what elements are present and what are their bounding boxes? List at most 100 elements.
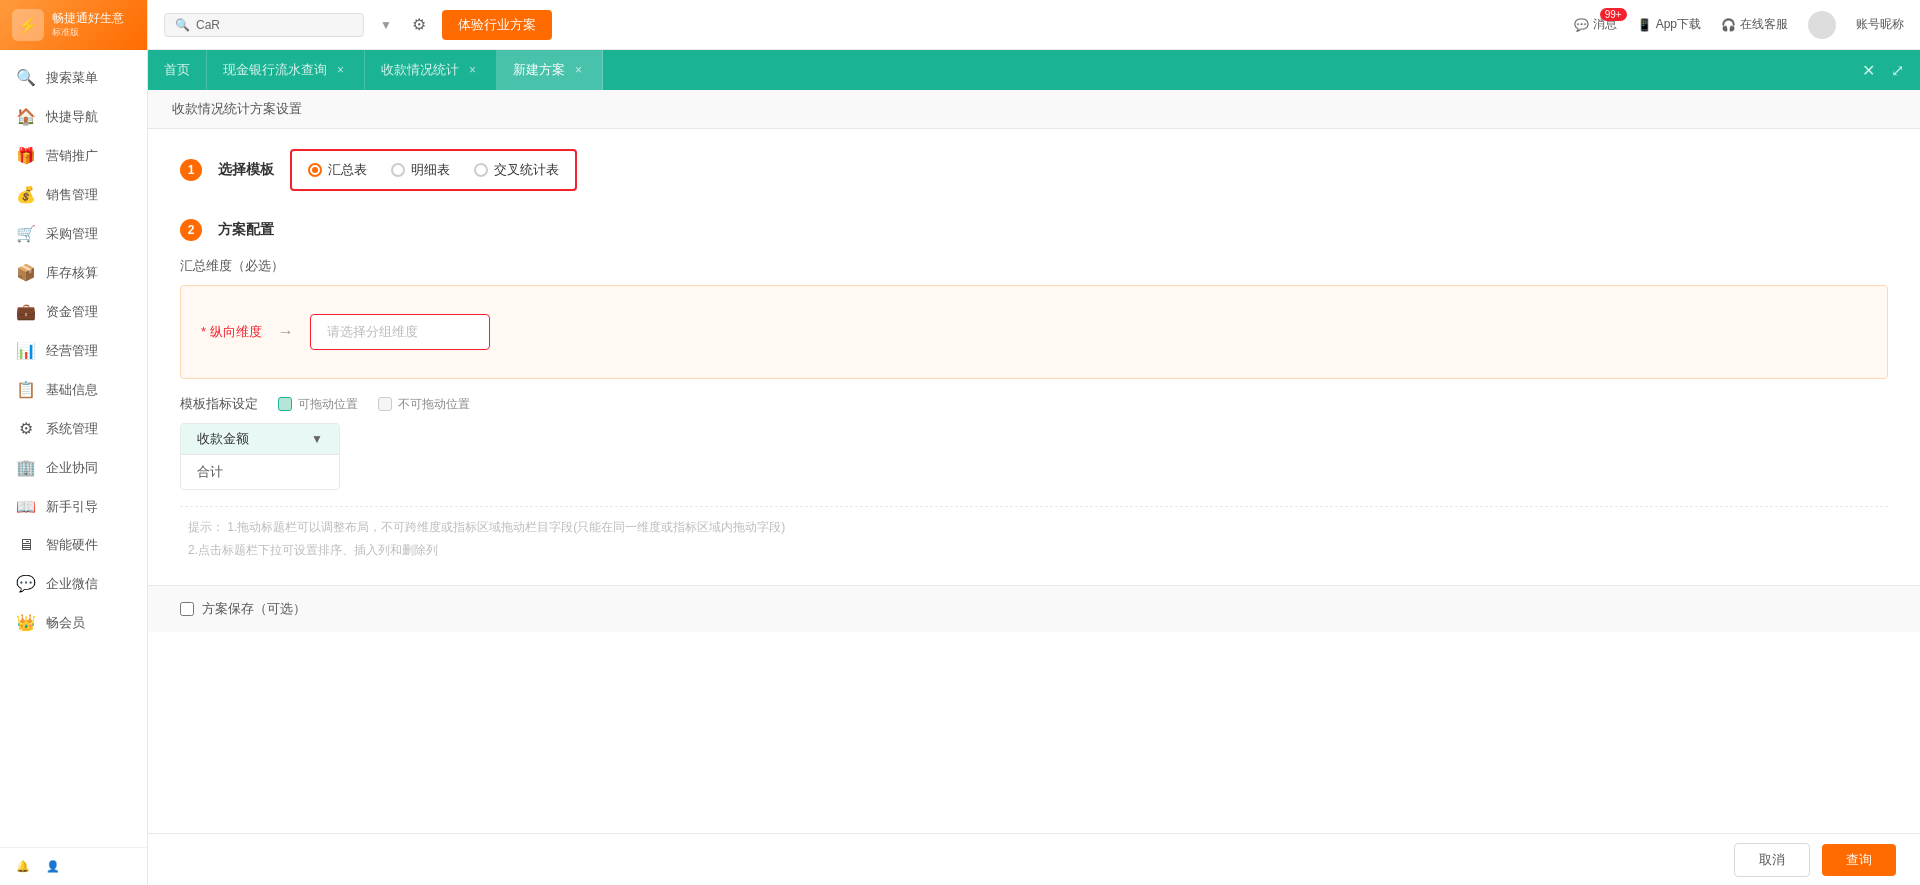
finance-icon: 💼 <box>16 302 36 321</box>
step1-badge: 1 <box>180 159 202 181</box>
radio-summary[interactable]: 汇总表 <box>308 161 367 179</box>
search-input[interactable] <box>196 18 346 32</box>
tab-bank-flow-label: 现金银行流水查询 <box>223 61 327 79</box>
radio-detail-circle <box>391 163 405 177</box>
user-avatar <box>1808 11 1836 39</box>
indicator-cell-total: 合计 <box>181 455 339 489</box>
radio-crosstab-circle <box>474 163 488 177</box>
radio-crosstab[interactable]: 交叉统计表 <box>474 161 559 179</box>
indicator-header-text: 收款金额 <box>197 430 249 448</box>
box-icon: 📦 <box>16 263 36 282</box>
movable-dot <box>278 397 292 411</box>
unmovable-label: 不可拖动位置 <box>398 396 470 413</box>
unmovable-dot <box>378 397 392 411</box>
wechat-icon: 💬 <box>16 574 36 593</box>
search-icon: 🔍 <box>175 18 190 32</box>
money-icon: 💰 <box>16 185 36 204</box>
sidebar-item-quick-nav[interactable]: 🏠 快捷导航 <box>0 97 147 136</box>
sidebar-item-inventory[interactable]: 📦 库存核算 <box>0 253 147 292</box>
trial-button[interactable]: 体验行业方案 <box>442 10 552 40</box>
tab-collection-stats[interactable]: 收款情况统计 × <box>365 50 497 90</box>
sidebar: ⚡ 畅捷通好生意 标准版 🔍 搜索菜单 🏠 快捷导航 🎁 营销推广 💰 销售管理… <box>0 0 148 885</box>
tab-home-label: 首页 <box>164 61 190 79</box>
sidebar-item-system[interactable]: ⚙ 系统管理 <box>0 409 147 448</box>
sidebar-item-label: 销售管理 <box>46 186 98 204</box>
service-icon: 🎧 <box>1721 18 1736 32</box>
sidebar-item-search-menu[interactable]: 🔍 搜索菜单 <box>0 58 147 97</box>
sidebar-item-sales[interactable]: 💰 销售管理 <box>0 175 147 214</box>
radio-detail-label: 明细表 <box>411 161 450 179</box>
book-icon: 📖 <box>16 497 36 516</box>
save-checkbox[interactable] <box>180 602 194 616</box>
hints-area: 提示： 1.拖动标题栏可以调整布局，不可跨维度或指标区域拖动栏目字段(只能在同一… <box>180 506 1888 559</box>
sidebar-item-smart-hw[interactable]: 🖥 智能硬件 <box>0 526 147 564</box>
dropdown-chevron-icon[interactable]: ▼ <box>311 432 323 446</box>
tab-home[interactable]: 首页 <box>148 50 207 90</box>
sidebar-item-label: 企业协同 <box>46 459 98 477</box>
movable-tag: 可拖动位置 <box>278 396 358 413</box>
online-service-item[interactable]: 🎧 在线客服 <box>1721 16 1788 33</box>
step1-section: 1 选择模板 汇总表 明细表 交叉统计表 <box>148 129 1920 219</box>
maximize-tab-icon[interactable]: ⤢ <box>1887 57 1908 84</box>
logo-icon: ⚡ <box>12 9 44 41</box>
logo-badge: 标准版 <box>52 26 124 39</box>
sidebar-item-label: 库存核算 <box>46 264 98 282</box>
sidebar-item-finance[interactable]: 💼 资金管理 <box>0 292 147 331</box>
crown-icon: 👑 <box>16 613 36 632</box>
sidebar-item-basic-info[interactable]: 📋 基础信息 <box>0 370 147 409</box>
logo-title: 畅捷通好生意 <box>52 11 124 27</box>
step1-label: 选择模板 <box>218 161 274 179</box>
page-header-title: 收款情况统计方案设置 <box>172 101 302 116</box>
hint-label: 提示： 1.拖动标题栏可以调整布局，不可跨维度或指标区域拖动栏目字段(只能在同一… <box>180 519 1888 536</box>
sidebar-item-guide[interactable]: 📖 新手引导 <box>0 487 147 526</box>
app-icon: 📱 <box>1637 18 1652 32</box>
indicator-table: 收款金额 ▼ 合计 <box>180 423 340 490</box>
page-content: 收款情况统计方案设置 1 选择模板 汇总表 明细表 <box>148 90 1920 833</box>
notification-item[interactable]: 💬 消息 99+ <box>1574 16 1617 33</box>
search-box[interactable]: 🔍 <box>164 13 364 37</box>
sidebar-item-marketing[interactable]: 🎁 营销推广 <box>0 136 147 175</box>
tab-new-plan-label: 新建方案 <box>513 61 565 79</box>
dimension-select-input[interactable]: 请选择分组维度 <box>310 314 490 350</box>
unmovable-tag: 不可拖动位置 <box>378 396 470 413</box>
sidebar-item-wechat[interactable]: 💬 企业微信 <box>0 564 147 603</box>
chevron-down-icon[interactable]: ▼ <box>380 18 392 32</box>
settings-gear-icon[interactable]: ⚙ <box>412 15 426 34</box>
app-download-item[interactable]: 📱 App下载 <box>1637 16 1701 33</box>
sidebar-item-enterprise[interactable]: 🏢 企业协同 <box>0 448 147 487</box>
tab-bank-flow[interactable]: 现金银行流水查询 × <box>207 50 365 90</box>
indicator-settings-header: 模板指标设定 可拖动位置 不可拖动位置 <box>180 395 1888 413</box>
tab-new-plan[interactable]: 新建方案 × <box>497 50 603 90</box>
sidebar-item-label: 基础信息 <box>46 381 98 399</box>
close-tab-icon[interactable]: ✕ <box>1858 57 1879 84</box>
online-service-label: 在线客服 <box>1740 16 1788 33</box>
cancel-button[interactable]: 取消 <box>1734 843 1810 877</box>
sidebar-footer-item1[interactable]: 🔔 <box>16 860 30 873</box>
sidebar-item-label: 经营管理 <box>46 342 98 360</box>
sidebar-item-operations[interactable]: 📊 经营管理 <box>0 331 147 370</box>
sidebar-item-member[interactable]: 👑 畅会员 <box>0 603 147 642</box>
gear-icon: ⚙ <box>16 419 36 438</box>
sidebar-footer: 🔔 👤 <box>0 847 147 885</box>
tab-new-plan-close[interactable]: × <box>571 61 586 79</box>
sidebar-item-purchase[interactable]: 🛒 采购管理 <box>0 214 147 253</box>
movable-label: 可拖动位置 <box>298 396 358 413</box>
sidebar-nav: 🔍 搜索菜单 🏠 快捷导航 🎁 营销推广 💰 销售管理 🛒 采购管理 📦 库存核… <box>0 50 147 847</box>
tabbar-actions: ✕ ⤢ <box>1846 50 1920 90</box>
tab-collection-stats-label: 收款情况统计 <box>381 61 459 79</box>
sidebar-item-label: 搜索菜单 <box>46 69 98 87</box>
save-option-label: 方案保存（可选） <box>202 600 306 618</box>
sidebar-item-label: 营销推广 <box>46 147 98 165</box>
step2-row: 2 方案配置 <box>180 219 1888 241</box>
arrow-icon: → <box>278 323 294 341</box>
tab-bank-flow-close[interactable]: × <box>333 61 348 79</box>
indicator-section: 模板指标设定 可拖动位置 不可拖动位置 收款金 <box>180 395 1888 490</box>
radio-detail[interactable]: 明细表 <box>391 161 450 179</box>
cart-icon: 🛒 <box>16 224 36 243</box>
logo-text-group: 畅捷通好生意 标准版 <box>52 11 124 40</box>
query-button[interactable]: 查询 <box>1822 844 1896 876</box>
sidebar-footer-item2[interactable]: 👤 <box>46 860 60 873</box>
tab-collection-stats-close[interactable]: × <box>465 61 480 79</box>
radio-summary-label: 汇总表 <box>328 161 367 179</box>
indicator-table-header: 收款金额 ▼ <box>181 424 339 455</box>
